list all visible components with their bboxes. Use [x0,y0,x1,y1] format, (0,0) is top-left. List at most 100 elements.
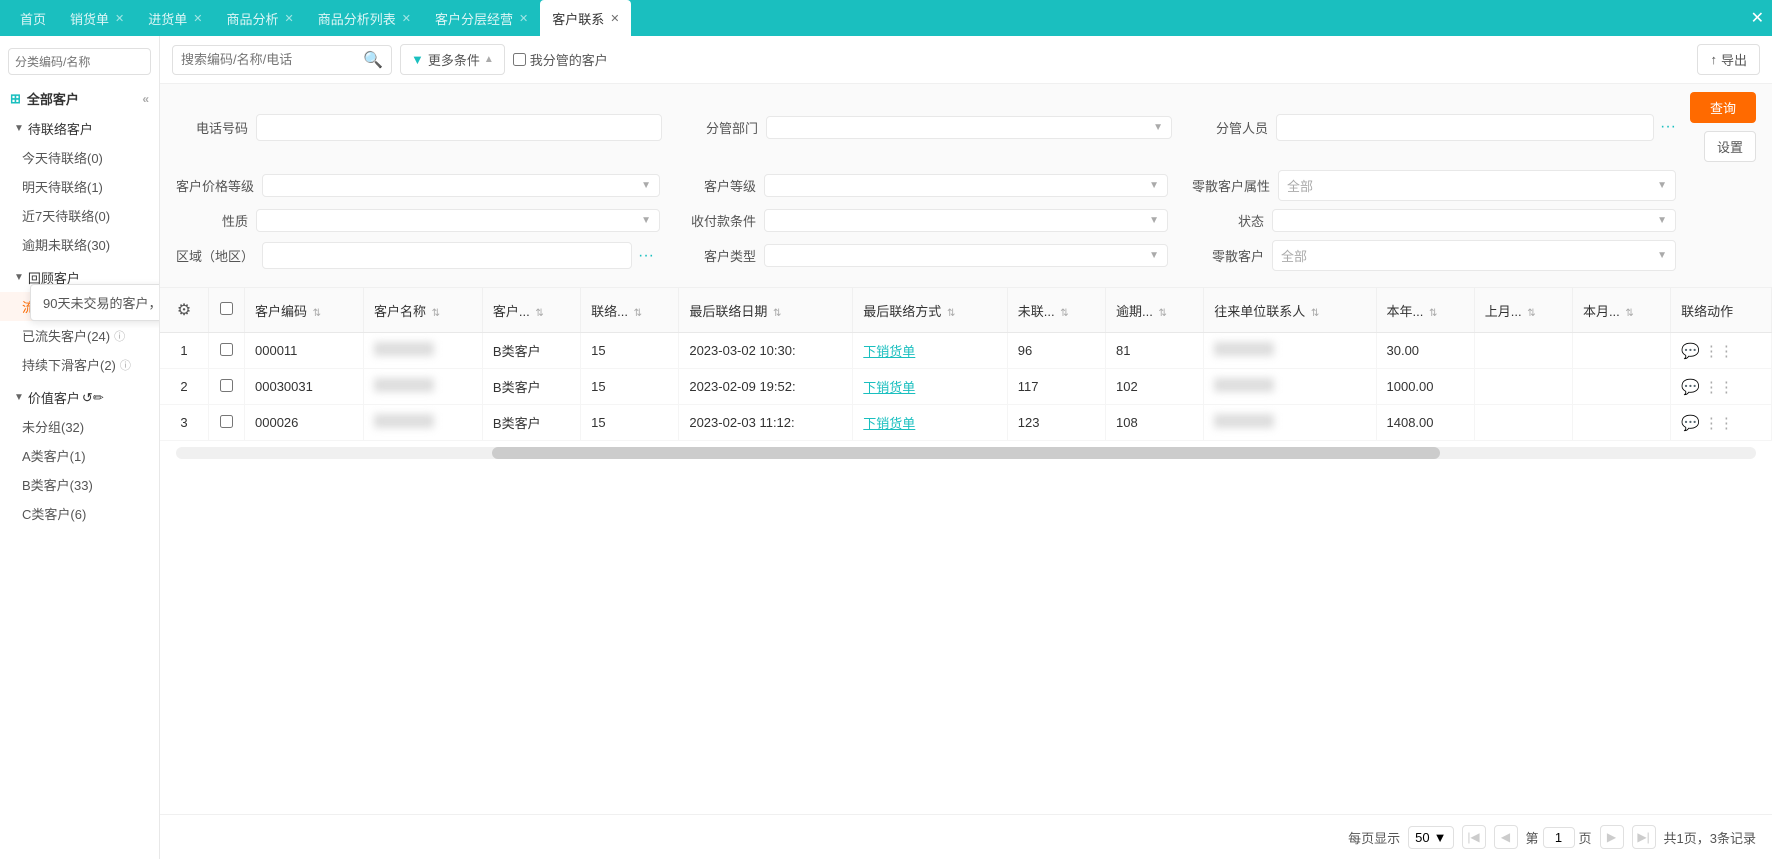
chat-icon[interactable]: 💬 [1681,342,1700,360]
tab-product-analysis-list[interactable]: 商品分析列表 ✕ [306,0,423,36]
search-button-icon[interactable]: 🔍 [363,50,383,70]
filter-select-price-grade[interactable]: ▼ [262,174,660,197]
menu-icon[interactable]: ⋮⋮ [1704,414,1734,432]
collapse-icon[interactable]: « [142,92,149,106]
tab-home[interactable]: 首页 [8,0,58,36]
tab-close-icon[interactable]: ✕ [115,12,124,25]
sidebar-item-7days[interactable]: 近7天待联络(0) [0,201,159,230]
filter-input-region[interactable] [262,242,632,269]
menu-icon[interactable]: ⋮⋮ [1704,378,1734,396]
sort-icon[interactable]: ⇅ [535,308,543,319]
tab-close-icon[interactable]: ✕ [610,12,619,25]
edit-icon[interactable]: ✏ [93,390,104,406]
gear-button[interactable]: ⚙ [170,296,198,324]
tab-close-icon[interactable]: ✕ [519,12,528,25]
cell-action: 💬 ⋮⋮ [1671,369,1772,405]
filter-input-phone[interactable] [256,114,662,141]
chat-icon[interactable]: 💬 [1681,378,1700,396]
sidebar-search-input[interactable] [15,55,160,69]
chevron-down-icon: ▼ [1149,180,1159,191]
filter-dots-manager[interactable]: ··· [1654,118,1682,136]
sidebar-item-class-c[interactable]: C类客户(6) [0,499,159,528]
filter-select-scatter-attr[interactable]: 全部 ▼ [1278,170,1676,201]
tab-purchase-order[interactable]: 进货单 ✕ [136,0,214,36]
sidebar-item-declining[interactable]: 持续下滑客户(2) ⓘ [0,350,159,379]
last-method-link[interactable]: 下销货单 [863,344,915,359]
sidebar-group-value-label[interactable]: ▼ 价值客户 ↺ ✏ [0,383,159,412]
sort-icon[interactable]: ⇅ [947,308,955,319]
chat-icon[interactable]: 💬 [1681,414,1700,432]
sort-icon[interactable]: ⇅ [1527,308,1535,319]
filter-select-scatter[interactable]: 全部 ▼ [1272,240,1676,271]
sidebar-item-churned[interactable]: 已流失客户(24) ⓘ [0,321,159,350]
sort-icon[interactable]: ⇅ [313,308,321,319]
sort-icon[interactable]: ⇅ [1429,308,1437,319]
my-customers-checkbox[interactable] [513,53,526,66]
export-button[interactable]: ↑ 导出 [1697,44,1760,75]
more-filter-button[interactable]: ▼ 更多条件 ▲ [400,44,505,75]
cell-type: B类客户 [482,333,580,369]
row-checkbox[interactable] [220,379,233,392]
cell-action: 💬 ⋮⋮ [1671,405,1772,441]
prev-page-button[interactable]: ◀ [1494,825,1518,849]
filter-select-nature[interactable]: ▼ [256,209,660,232]
sidebar-all-customers[interactable]: ⊞ 全部客户 « [0,83,159,114]
sort-icon[interactable]: ⇅ [634,308,642,319]
cell-last-method: 下销货单 [853,369,1008,405]
page-size-select[interactable]: 50 ▼ [1408,826,1453,849]
filter-select-payment[interactable]: ▼ [764,209,1168,232]
sort-icon[interactable]: ⇅ [432,308,440,319]
col-last-date: 最后联络日期 ⇅ [679,288,853,333]
tab-close-icon[interactable]: ✕ [285,12,294,25]
info-icon: ⓘ [120,357,131,373]
tab-sales-order[interactable]: 销货单 ✕ [58,0,136,36]
tab-close-icon[interactable]: ✕ [402,12,411,25]
filter-select-grade[interactable]: ▼ [764,174,1168,197]
last-method-link[interactable]: 下销货单 [863,380,915,395]
select-all-checkbox[interactable] [220,302,233,315]
menu-icon[interactable]: ⋮⋮ [1704,342,1734,360]
tab-customer-contact[interactable]: 客户联系 ✕ [540,0,631,36]
sidebar-item-ungrouped[interactable]: 未分组(32) [0,412,159,441]
sort-icon[interactable]: ⇅ [1311,308,1319,319]
filter-cell-scatter: 零散客户 全部 ▼ [1192,240,1676,271]
query-button[interactable]: 查询 [1690,92,1756,123]
page-number-input[interactable] [1543,827,1575,848]
cell-this-month [1572,405,1670,441]
last-method-link[interactable]: 下销货单 [863,416,915,431]
sort-icon[interactable]: ⇅ [1625,308,1633,319]
filter-input-manager[interactable] [1276,114,1654,141]
sidebar-group-pending-label[interactable]: ▼ 待联络客户 [0,114,159,143]
cell-code: 000026 [245,405,364,441]
sidebar-item-class-a[interactable]: A类客户(1) [0,441,159,470]
tab-customer-tier[interactable]: 客户分层经营 ✕ [423,0,540,36]
tab-product-analysis[interactable]: 商品分析 ✕ [214,0,305,36]
search-input[interactable] [181,52,363,67]
my-customers-checkbox-wrap[interactable]: 我分管的客户 [513,50,608,69]
customer-name-blurred [374,414,434,428]
sidebar-item-class-b[interactable]: B类客户(33) [0,470,159,499]
horizontal-scrollbar[interactable] [176,447,1756,459]
last-page-button[interactable]: ▶| [1632,825,1656,849]
col-last-month: 上月... ⇅ [1474,288,1572,333]
filter-label-scatter: 零散客户 [1192,246,1272,265]
cell-code: 000011 [245,333,364,369]
filter-dots-region[interactable]: ··· [632,247,660,265]
sort-icon[interactable]: ⇅ [1158,308,1166,319]
close-window-button[interactable]: ✕ [1751,8,1764,28]
row-checkbox[interactable] [220,343,233,356]
first-page-button[interactable]: |◀ [1462,825,1486,849]
sidebar-item-tomorrow[interactable]: 明天待联络(1) [0,172,159,201]
filter-select-type[interactable]: ▼ [764,244,1168,267]
current-page-display: 第 页 [1526,827,1592,848]
next-page-button[interactable]: ▶ [1600,825,1624,849]
filter-select-dept[interactable]: ▼ [766,116,1172,139]
tab-close-icon[interactable]: ✕ [193,12,202,25]
filter-select-status[interactable]: ▼ [1272,209,1676,232]
sidebar-item-overdue[interactable]: 逾期未联络(30) [0,230,159,259]
sort-icon[interactable]: ⇅ [773,308,781,319]
row-checkbox[interactable] [220,415,233,428]
sidebar-item-today[interactable]: 今天待联络(0) [0,143,159,172]
sort-icon[interactable]: ⇅ [1060,308,1068,319]
settings-button[interactable]: 设置 [1704,131,1756,162]
